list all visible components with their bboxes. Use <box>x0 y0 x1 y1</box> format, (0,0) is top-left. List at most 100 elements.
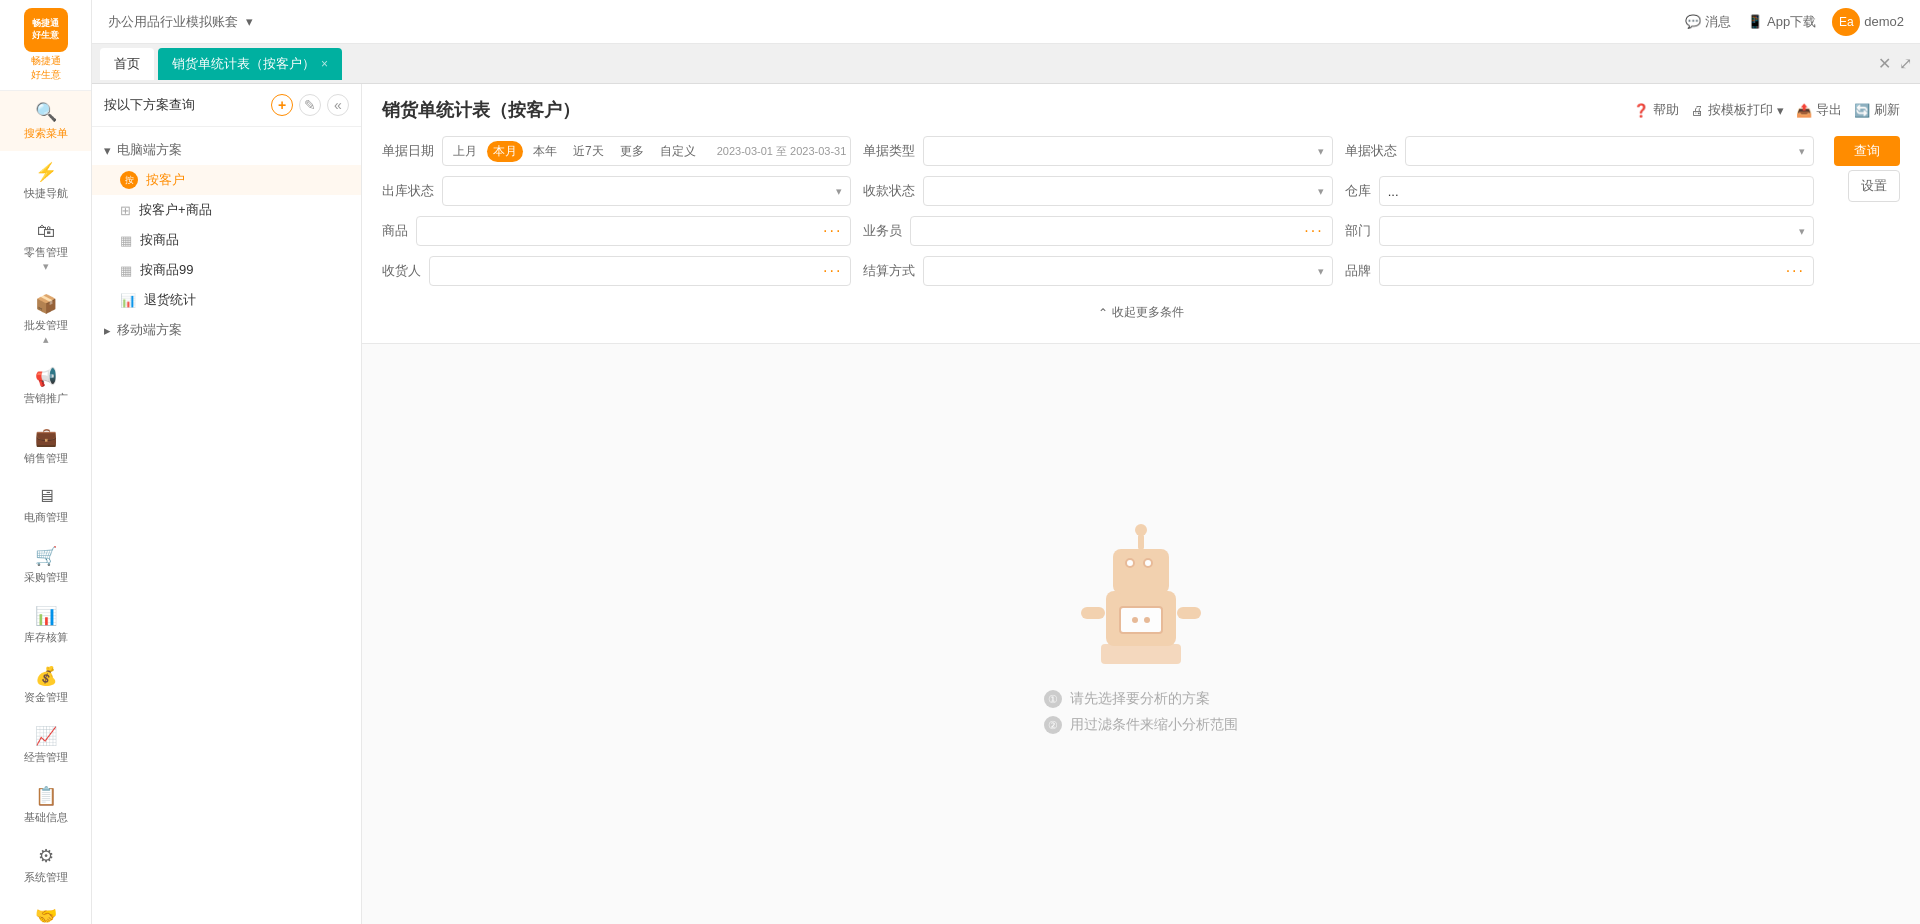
message-button[interactable]: 💬 消息 <box>1685 13 1731 31</box>
collect-status-control[interactable]: ▾ <box>923 176 1332 206</box>
tab-sales-stats[interactable]: 销货单统计表（按客户） × <box>158 48 342 80</box>
chevron-up-icon: ▴ <box>43 333 49 346</box>
staff-label: 业务员 <box>863 222 902 240</box>
scheme-tree: ▾ 电脑端方案 按 按客户 ⊞ 按客户+商品 ▦ 按商品 ▦ <box>92 127 361 924</box>
message-label: 消息 <box>1705 13 1731 31</box>
logo-text: 畅捷通 好生意 <box>31 54 61 82</box>
sidebar-item-ecommerce[interactable]: 🖥 电商管理 <box>0 476 91 535</box>
bill-status-control[interactable]: ▾ <box>1405 136 1814 166</box>
tab-sales-stats-label: 销货单统计表（按客户） <box>172 55 315 73</box>
sidebar-item-basics[interactable]: 📋 基础信息 <box>0 775 91 835</box>
scheme-item-customer-goods[interactable]: ⊞ 按客户+商品 <box>92 195 361 225</box>
settings-button[interactable]: 设置 <box>1848 170 1900 202</box>
date-filter-control[interactable]: 上月 本月 本年 近7天 更多 自定义 2023-03-01 至 2023-03… <box>442 136 851 166</box>
scheme-group-pc[interactable]: ▾ 电脑端方案 <box>92 135 361 165</box>
sidebar-item-wholesale[interactable]: 📦 批发管理 ▴ <box>0 283 91 356</box>
collapse-bar[interactable]: ⌃ 收起更多条件 <box>382 296 1900 329</box>
maximize-window-icon[interactable]: ⤢ <box>1899 54 1912 73</box>
export-button[interactable]: 📤 导出 <box>1796 101 1842 119</box>
content-area: 按以下方案查询 + ✎ « ▾ 电脑端方案 按 按客户 <box>92 84 1920 924</box>
filter-row-2: 出库状态 ▾ 收款状态 ▾ <box>382 176 1814 206</box>
print-button[interactable]: 🖨 按模板打印 ▾ <box>1691 101 1784 119</box>
refresh-button[interactable]: 🔄 刷新 <box>1854 101 1900 119</box>
sidebar-item-purchase[interactable]: 🛒 采购管理 <box>0 535 91 595</box>
sidebar-item-system[interactable]: ⚙ 系统管理 <box>0 835 91 895</box>
search-icon: 🔍 <box>35 101 57 123</box>
brand-control[interactable]: ··· <box>1379 256 1814 286</box>
date-tab-7days[interactable]: 近7天 <box>567 141 610 162</box>
sidebar-logo: 畅捷通好生意 畅捷通 好生意 <box>0 0 91 91</box>
date-filter-field: 单据日期 上月 本月 本年 近7天 更多 自定义 <box>382 136 851 166</box>
collapse-scheme-button[interactable]: « <box>327 94 349 116</box>
scheme-item-label: 按客户 <box>146 171 185 189</box>
quicknav-icon: ⚡ <box>35 161 57 183</box>
topbar: 办公用品行业模拟账套 ▾ 💬 消息 📱 App下载 Ea demo2 <box>92 0 1920 44</box>
purchase-icon: 🛒 <box>35 545 57 567</box>
date-tab-last-month[interactable]: 上月 <box>447 141 483 162</box>
filter-row-3: 商品 ··· 业务员 ··· <box>382 216 1814 246</box>
date-tab-more[interactable]: 更多 <box>614 141 650 162</box>
hint-text-2: 用过滤条件来缩小分析范围 <box>1070 716 1238 734</box>
date-label: 单据日期 <box>382 142 434 160</box>
query-button[interactable]: 查询 <box>1834 136 1900 166</box>
sidebar-item-sales[interactable]: 💼 销售管理 <box>0 416 91 476</box>
topbar-dropdown[interactable]: ▾ <box>246 14 253 29</box>
scheme-item-returns[interactable]: 📊 退货统计 <box>92 285 361 315</box>
group-label: 电脑端方案 <box>117 141 182 159</box>
operations-icon: 📈 <box>35 725 57 747</box>
date-tab-this-year[interactable]: 本年 <box>527 141 563 162</box>
scheme-panel-actions: + ✎ « <box>271 94 349 116</box>
dept-field: 部门 ▾ <box>1345 216 1814 246</box>
app-download-button[interactable]: 📱 App下载 <box>1747 13 1816 31</box>
sidebar-item-quicknav[interactable]: ⚡ 快捷导航 <box>0 151 91 211</box>
out-status-label: 出库状态 <box>382 182 434 200</box>
receiver-control[interactable]: ··· <box>429 256 851 286</box>
sidebar-item-retail[interactable]: 🛍 零售管理 ▾ <box>0 211 91 283</box>
sidebar-item-operations[interactable]: 📈 经营管理 <box>0 715 91 775</box>
more-icon: ··· <box>823 262 842 280</box>
empty-hints: ① 请先选择要分析的方案 ② 用过滤条件来缩小分析范围 <box>1044 690 1238 734</box>
sidebar-item-label: 搜索菜单 <box>24 126 68 141</box>
user-profile[interactable]: Ea demo2 <box>1832 8 1904 36</box>
date-tab-custom[interactable]: 自定义 <box>654 141 702 162</box>
date-tab-this-month[interactable]: 本月 <box>487 141 523 162</box>
refresh-label: 刷新 <box>1874 101 1900 119</box>
bill-type-label: 单据类型 <box>863 142 915 160</box>
tab-home[interactable]: 首页 <box>100 48 154 80</box>
download-icon: 📱 <box>1747 14 1763 29</box>
sidebar-item-label: 资金管理 <box>24 690 68 705</box>
scheme-item-goods99[interactable]: ▦ 按商品99 <box>92 255 361 285</box>
sidebar-item-corp[interactable]: 🤝 企业协同 <box>0 895 91 924</box>
add-scheme-button[interactable]: + <box>271 94 293 116</box>
sidebar-item-inventory[interactable]: 📊 库存核算 <box>0 595 91 655</box>
print-icon: 🖨 <box>1691 103 1704 118</box>
scheme-panel: 按以下方案查询 + ✎ « ▾ 电脑端方案 按 按客户 <box>92 84 362 924</box>
more-icon: ··· <box>823 222 842 240</box>
scheme-item-by-goods[interactable]: ▦ 按商品 <box>92 225 361 255</box>
chevron-up-icon: ⌃ <box>1098 306 1108 320</box>
chevron-down-icon: ▾ <box>1318 145 1324 158</box>
close-window-icon[interactable]: ✕ <box>1878 54 1891 73</box>
scheme-item-by-customer[interactable]: 按 按客户 <box>92 165 361 195</box>
edit-scheme-button[interactable]: ✎ <box>299 94 321 116</box>
username-label: demo2 <box>1864 14 1904 29</box>
bill-type-control[interactable]: ▾ <box>923 136 1332 166</box>
help-button[interactable]: ❓ 帮助 <box>1633 101 1679 119</box>
goods-control[interactable]: ··· <box>416 216 851 246</box>
scheme-group-mobile[interactable]: ▸ 移动端方案 <box>92 315 361 345</box>
out-status-control[interactable]: ▾ <box>442 176 851 206</box>
warehouse-control[interactable]: ... <box>1379 176 1814 206</box>
avatar: Ea <box>1832 8 1860 36</box>
chevron-down-icon: ▾ <box>1799 145 1805 158</box>
sidebar-item-search[interactable]: 🔍 搜索菜单 <box>0 91 91 151</box>
sales-icon: 💼 <box>35 426 57 448</box>
payment-control[interactable]: ▾ <box>923 256 1332 286</box>
chevron-down-icon: ▾ <box>1318 185 1324 198</box>
sidebar-item-label: 零售管理 <box>24 245 68 260</box>
sidebar-item-finance[interactable]: 💰 资金管理 <box>0 655 91 715</box>
staff-control[interactable]: ··· <box>910 216 1332 246</box>
close-icon[interactable]: × <box>321 57 328 71</box>
sidebar-item-marketing[interactable]: 📢 营销推广 <box>0 356 91 416</box>
corp-icon: 🤝 <box>35 905 57 924</box>
dept-control[interactable]: ▾ <box>1379 216 1814 246</box>
